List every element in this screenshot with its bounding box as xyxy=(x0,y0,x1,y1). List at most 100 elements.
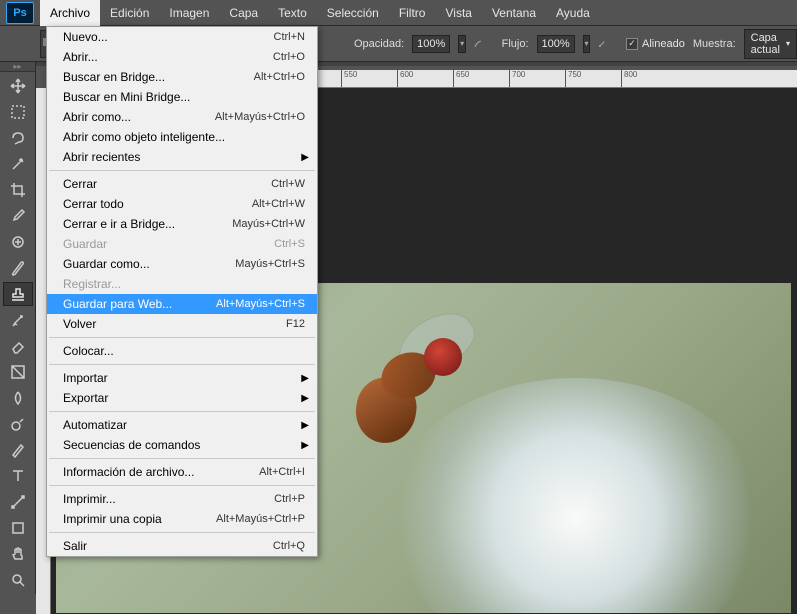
menu-item[interactable]: Guardar como...Mayús+Ctrl+S xyxy=(47,254,317,274)
tool-rect[interactable] xyxy=(3,516,33,540)
opacity-label: Opacidad: xyxy=(354,38,404,50)
menu-item-label: Nuevo... xyxy=(63,30,274,44)
menu-item-label: Cerrar e ir a Bridge... xyxy=(63,217,232,231)
tool-healing[interactable] xyxy=(3,230,33,254)
menu-item[interactable]: Colocar... xyxy=(47,341,317,361)
submenu-arrow-icon: ▶ xyxy=(301,152,309,163)
menu-separator xyxy=(49,532,315,533)
menu-selección[interactable]: Selección xyxy=(317,0,389,26)
sample-select[interactable]: Capa actual ▾ xyxy=(744,29,797,59)
aligned-checkbox[interactable]: ✓ Alineado xyxy=(626,38,685,50)
healing-icon xyxy=(10,234,26,250)
menu-item[interactable]: Imprimir una copiaAlt+Mayús+Ctrl+P xyxy=(47,509,317,529)
menu-item[interactable]: Abrir...Ctrl+O xyxy=(47,47,317,67)
tool-palette: ▸▸ xyxy=(0,62,36,594)
submenu-arrow-icon: ▶ xyxy=(301,393,309,404)
menu-item[interactable]: Abrir como...Alt+Mayús+Ctrl+O xyxy=(47,107,317,127)
menu-item-label: Guardar como... xyxy=(63,257,235,271)
opacity-dropdown[interactable]: ▾ xyxy=(458,35,466,53)
menu-item[interactable]: Automatizar▶ xyxy=(47,415,317,435)
menu-item-label: Abrir recientes xyxy=(63,150,305,164)
menu-shortcut: F12 xyxy=(286,318,305,330)
tool-type[interactable] xyxy=(3,464,33,488)
menu-shortcut: Mayús+Ctrl+S xyxy=(235,258,305,270)
tool-marquee[interactable] xyxy=(3,100,33,124)
menu-item[interactable]: Buscar en Bridge...Alt+Ctrl+O xyxy=(47,67,317,87)
lasso-icon xyxy=(10,130,26,146)
move-icon xyxy=(10,78,26,94)
tool-gradient[interactable] xyxy=(3,360,33,384)
tool-dodge[interactable] xyxy=(3,412,33,436)
menu-shortcut: Ctrl+Q xyxy=(273,540,305,552)
tool-wand[interactable] xyxy=(3,152,33,176)
menu-archivo[interactable]: Archivo xyxy=(40,0,100,26)
menu-item[interactable]: Buscar en Mini Bridge... xyxy=(47,87,317,107)
menu-shortcut: Mayús+Ctrl+W xyxy=(232,218,305,230)
menu-separator xyxy=(49,458,315,459)
menu-ventana[interactable]: Ventana xyxy=(482,0,546,26)
tool-pen[interactable] xyxy=(3,438,33,462)
menu-item[interactable]: Cerrar e ir a Bridge...Mayús+Ctrl+W xyxy=(47,214,317,234)
menu-item[interactable]: Guardar para Web...Alt+Mayús+Ctrl+S xyxy=(47,294,317,314)
gradient-icon xyxy=(10,364,26,380)
chevron-down-icon: ▾ xyxy=(786,39,790,48)
menu-item-label: Abrir... xyxy=(63,50,273,64)
menu-item-label: Colocar... xyxy=(63,344,305,358)
menu-item[interactable]: Abrir recientes▶ xyxy=(47,147,317,167)
ruler-tick: 600 xyxy=(397,70,413,88)
menu-vista[interactable]: Vista xyxy=(435,0,481,26)
tool-stamp[interactable] xyxy=(3,282,33,306)
flow-dropdown[interactable]: ▾ xyxy=(583,35,591,53)
airbrush-icon[interactable] xyxy=(598,36,606,52)
menu-item[interactable]: Abrir como objeto inteligente... xyxy=(47,127,317,147)
flow-label: Flujo: xyxy=(502,38,529,50)
menu-item-label: Volver xyxy=(63,317,286,331)
menu-imagen[interactable]: Imagen xyxy=(159,0,219,26)
rect-icon xyxy=(10,520,26,536)
tool-zoom[interactable] xyxy=(3,568,33,592)
menu-item[interactable]: Imprimir...Ctrl+P xyxy=(47,489,317,509)
opacity-input[interactable]: 100% xyxy=(412,35,450,53)
submenu-arrow-icon: ▶ xyxy=(301,420,309,431)
path-icon xyxy=(10,494,26,510)
menu-ayuda[interactable]: Ayuda xyxy=(546,0,600,26)
tool-blur[interactable] xyxy=(3,386,33,410)
menu-item[interactable]: SalirCtrl+Q xyxy=(47,536,317,556)
app-logo: Ps xyxy=(6,2,34,24)
ruler-tick: 650 xyxy=(453,70,469,88)
menu-separator xyxy=(49,411,315,412)
menu-edición[interactable]: Edición xyxy=(100,0,159,26)
menu-filtro[interactable]: Filtro xyxy=(389,0,436,26)
tool-move[interactable] xyxy=(3,74,33,98)
tablet-opacity-icon[interactable] xyxy=(474,36,482,52)
submenu-arrow-icon: ▶ xyxy=(301,440,309,451)
menu-item[interactable]: Cerrar todoAlt+Ctrl+W xyxy=(47,194,317,214)
wand-icon xyxy=(10,156,26,172)
stamp-icon xyxy=(10,286,26,302)
menu-item[interactable]: VolverF12 xyxy=(47,314,317,334)
menu-item[interactable]: Importar▶ xyxy=(47,368,317,388)
menu-item[interactable]: Exportar▶ xyxy=(47,388,317,408)
menu-item[interactable]: Nuevo...Ctrl+N xyxy=(47,27,317,47)
toolbox-collapse-toggle[interactable]: ▸▸ xyxy=(0,62,35,72)
tool-brush[interactable] xyxy=(3,256,33,280)
menu-item-label: Registrar... xyxy=(63,277,305,291)
tool-path[interactable] xyxy=(3,490,33,514)
menu-shortcut: Alt+Ctrl+W xyxy=(252,198,305,210)
tool-crop[interactable] xyxy=(3,178,33,202)
menu-item[interactable]: CerrarCtrl+W xyxy=(47,174,317,194)
menu-item-label: Imprimir... xyxy=(63,492,274,506)
tool-eyedropper[interactable] xyxy=(3,204,33,228)
menu-item-label: Abrir como... xyxy=(63,110,215,124)
submenu-arrow-icon: ▶ xyxy=(301,373,309,384)
menu-capa[interactable]: Capa xyxy=(219,0,268,26)
tool-eraser[interactable] xyxy=(3,334,33,358)
flow-input[interactable]: 100% xyxy=(537,35,575,53)
tool-lasso[interactable] xyxy=(3,126,33,150)
tool-hand[interactable] xyxy=(3,542,33,566)
menu-texto[interactable]: Texto xyxy=(268,0,317,26)
menu-item[interactable]: Secuencias de comandos▶ xyxy=(47,435,317,455)
tool-history[interactable] xyxy=(3,308,33,332)
pen-icon xyxy=(10,442,26,458)
menu-item[interactable]: Información de archivo...Alt+Ctrl+I xyxy=(47,462,317,482)
